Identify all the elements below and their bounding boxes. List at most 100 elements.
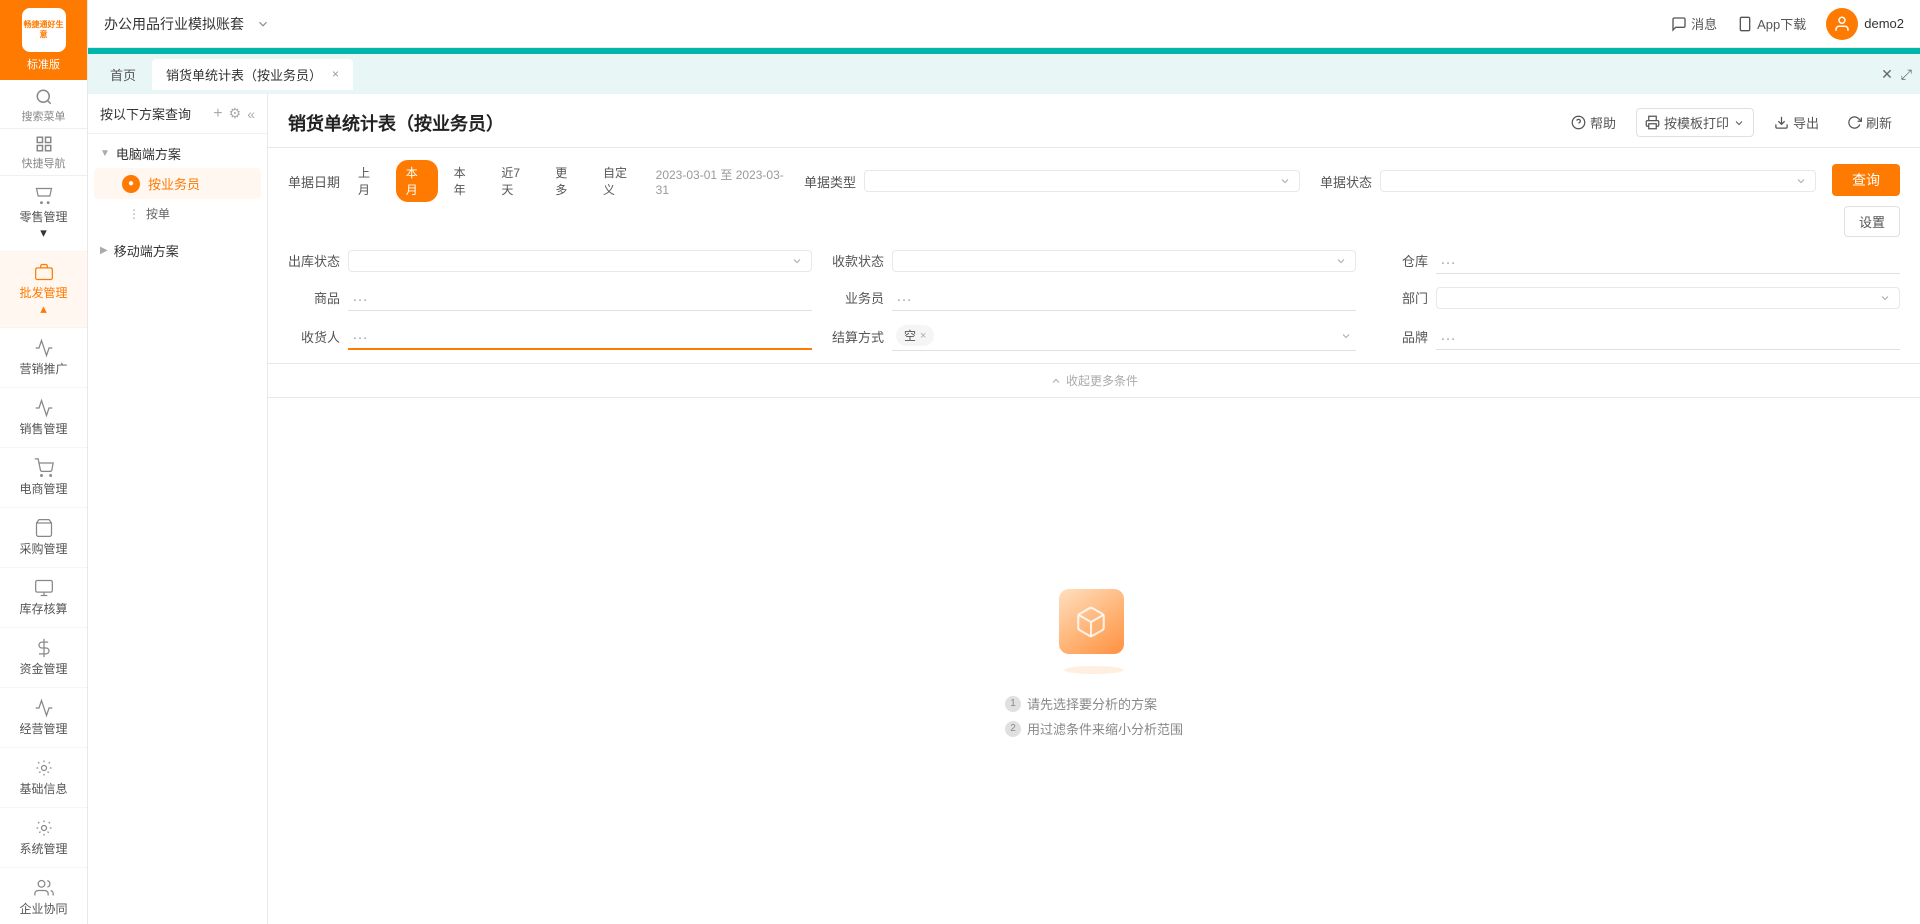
add-scheme-btn[interactable]: + <box>213 105 222 123</box>
refresh-btn[interactable]: 刷新 <box>1839 109 1900 136</box>
pc-scheme-group: ▼ 电脑端方案 ● 按业务员 ⋮ 按单 <box>88 134 267 233</box>
tip-num-2: 2 <box>1005 721 1021 737</box>
sidebar-item-ecommerce[interactable]: 电商管理 <box>0 448 87 508</box>
search-label: 搜索菜单 <box>22 108 66 124</box>
settings-scheme-btn[interactable]: ⚙ <box>229 105 242 122</box>
receiver-dots[interactable]: … <box>352 326 368 344</box>
receiver-label: 收货人 <box>288 327 340 346</box>
user-area[interactable]: demo2 <box>1826 8 1904 40</box>
sidebar-quick-nav[interactable]: 快捷导航 <box>0 129 87 176</box>
expand-btn[interactable]: ⤢ <box>1901 66 1912 83</box>
inventory-icon <box>34 578 54 598</box>
mobile-group-title[interactable]: ▶ 移动端方案 <box>88 237 267 264</box>
empty-state: 1 请先选择要分析的方案 2 用过滤条件来缩小分析范围 <box>1005 584 1183 738</box>
sidebar: 畅捷通好生意 标准版 搜索菜单 快捷导航 零售管理 ▾ 批发管理 ▴ 营销推广 … <box>0 0 88 924</box>
enterprise-icon <box>34 878 54 898</box>
brand-dots[interactable]: … <box>1440 327 1456 345</box>
settle-select[interactable] <box>940 330 1352 342</box>
print-dropdown-icon <box>1733 117 1745 129</box>
right-panel: 销货单统计表（按业务员） 帮助 按模板打印 导出 <box>268 94 1920 924</box>
sidebar-item-retail[interactable]: 零售管理 ▾ <box>0 176 87 252</box>
sidebar-item-wholesale[interactable]: 批发管理 ▴ <box>0 252 87 328</box>
sidebar-item-basic[interactable]: 基础信息 <box>0 748 87 808</box>
page-header: 销货单统计表（按业务员） 帮助 按模板打印 导出 <box>268 94 1920 148</box>
scheme-item-salesperson[interactable]: ● 按业务员 <box>94 168 261 199</box>
help-btn[interactable]: 帮助 <box>1563 109 1624 136</box>
close-all-btn[interactable]: ✕ <box>1881 66 1893 83</box>
dept-label: 部门 <box>1376 288 1428 307</box>
receivestatus-select[interactable] <box>892 250 1356 272</box>
setting-button[interactable]: 设置 <box>1844 206 1900 237</box>
salesperson-dots[interactable]: … <box>896 288 912 306</box>
tab-close-btn[interactable]: × <box>332 67 339 81</box>
template-print-btn[interactable]: 按模板打印 <box>1636 108 1754 137</box>
date-btn-custom[interactable]: 自定义 <box>593 160 646 202</box>
doctype-select[interactable] <box>864 170 1300 192</box>
inventory-label: 库存核算 <box>19 600 67 617</box>
settle-tag-close[interactable]: × <box>920 330 926 342</box>
sidebar-logo: 畅捷通好生意 标准版 <box>0 0 87 80</box>
docstatus-select[interactable] <box>1380 170 1816 192</box>
action-col: 查询 设置 <box>1832 160 1900 237</box>
sidebar-item-marketing[interactable]: 营销推广 <box>0 328 87 388</box>
salesperson-label: 业务员 <box>832 288 884 307</box>
retail-label: 零售管理 <box>19 208 67 225</box>
sidebar-item-system[interactable]: 系统管理 <box>0 808 87 868</box>
sidebar-item-purchase[interactable]: 采购管理 <box>0 508 87 568</box>
nav-icon <box>35 135 53 153</box>
goods-dots[interactable]: … <box>352 288 368 306</box>
message-icon <box>1671 16 1687 32</box>
logo-icon: 畅捷通好生意 <box>22 8 66 52</box>
scheme-sub-item-order[interactable]: ⋮ 按单 <box>88 200 267 227</box>
header-dropdown[interactable] <box>256 17 270 31</box>
mobile-group-arrow: ▶ <box>100 245 108 256</box>
tab-sales-stats[interactable]: 销货单统计表（按业务员） × <box>152 59 353 90</box>
pc-group-title[interactable]: ▼ 电脑端方案 <box>88 140 267 167</box>
sidebar-item-sales[interactable]: 销售管理 <box>0 388 87 448</box>
sidebar-item-ops[interactable]: 经营管理 <box>0 688 87 748</box>
export-label: 导出 <box>1793 113 1819 132</box>
tab-home[interactable]: 首页 <box>96 59 150 90</box>
template-print-label: 按模板打印 <box>1664 113 1729 132</box>
wholesale-icon <box>34 262 54 282</box>
app-download-btn[interactable]: App下载 <box>1737 14 1806 33</box>
date-btn-lastmonth[interactable]: 上月 <box>348 160 390 202</box>
header: 办公用品行业模拟账套 消息 App下载 demo2 <box>88 0 1920 48</box>
salesperson-filter-cell: 业务员 … <box>832 284 1356 311</box>
settle-filter-cell: 结算方式 空 × <box>832 321 1356 351</box>
filter-area: 单据日期 上月 本月 本年 近7天 更多 自定义 2023-03-01 至 20… <box>268 148 1920 364</box>
settle-arrow <box>1340 330 1352 342</box>
sidebar-item-enterprise[interactable]: 企业协同 <box>0 868 87 924</box>
avatar-icon <box>1833 15 1851 33</box>
header-title: 办公用品行业模拟账套 <box>104 14 244 34</box>
dept-select[interactable] <box>1436 287 1900 309</box>
marketing-label: 营销推广 <box>19 360 67 377</box>
receiver-filter-cell: 收货人 … <box>288 322 812 350</box>
sidebar-search[interactable]: 搜索菜单 <box>0 80 87 129</box>
brand-filter-cell: 品牌 … <box>1376 323 1900 350</box>
mobile-group-label: 移动端方案 <box>114 241 179 260</box>
warehouse-dots[interactable]: … <box>1440 251 1456 269</box>
sidebar-item-finance[interactable]: 资金管理 <box>0 628 87 688</box>
logo-sub: 标准版 <box>27 56 60 72</box>
main-content: 1 请先选择要分析的方案 2 用过滤条件来缩小分析范围 <box>268 398 1920 924</box>
date-btn-more[interactable]: 更多 <box>545 160 587 202</box>
sidebar-item-inventory[interactable]: 库存核算 <box>0 568 87 628</box>
collapse-panel-btn[interactable]: « <box>247 106 255 122</box>
collapse-bar[interactable]: 收起更多条件 <box>268 364 1920 398</box>
ops-label: 经营管理 <box>19 720 67 737</box>
export-btn[interactable]: 导出 <box>1766 109 1827 136</box>
settle-tag-text: 空 <box>904 327 916 344</box>
query-button[interactable]: 查询 <box>1832 164 1900 196</box>
sales-label: 销售管理 <box>19 420 67 437</box>
date-btn-7days[interactable]: 近7天 <box>491 160 539 202</box>
dept-arrow <box>1879 292 1891 304</box>
print-icon <box>1645 115 1660 130</box>
warehouse-label: 仓库 <box>1376 251 1428 270</box>
message-btn[interactable]: 消息 <box>1671 14 1717 33</box>
outstatus-select[interactable] <box>348 250 812 272</box>
date-btn-thisyear[interactable]: 本年 <box>444 160 486 202</box>
date-btn-thismonth[interactable]: 本月 <box>396 160 438 202</box>
tab-home-label: 首页 <box>110 65 136 84</box>
doctype-label: 单据类型 <box>804 172 856 191</box>
